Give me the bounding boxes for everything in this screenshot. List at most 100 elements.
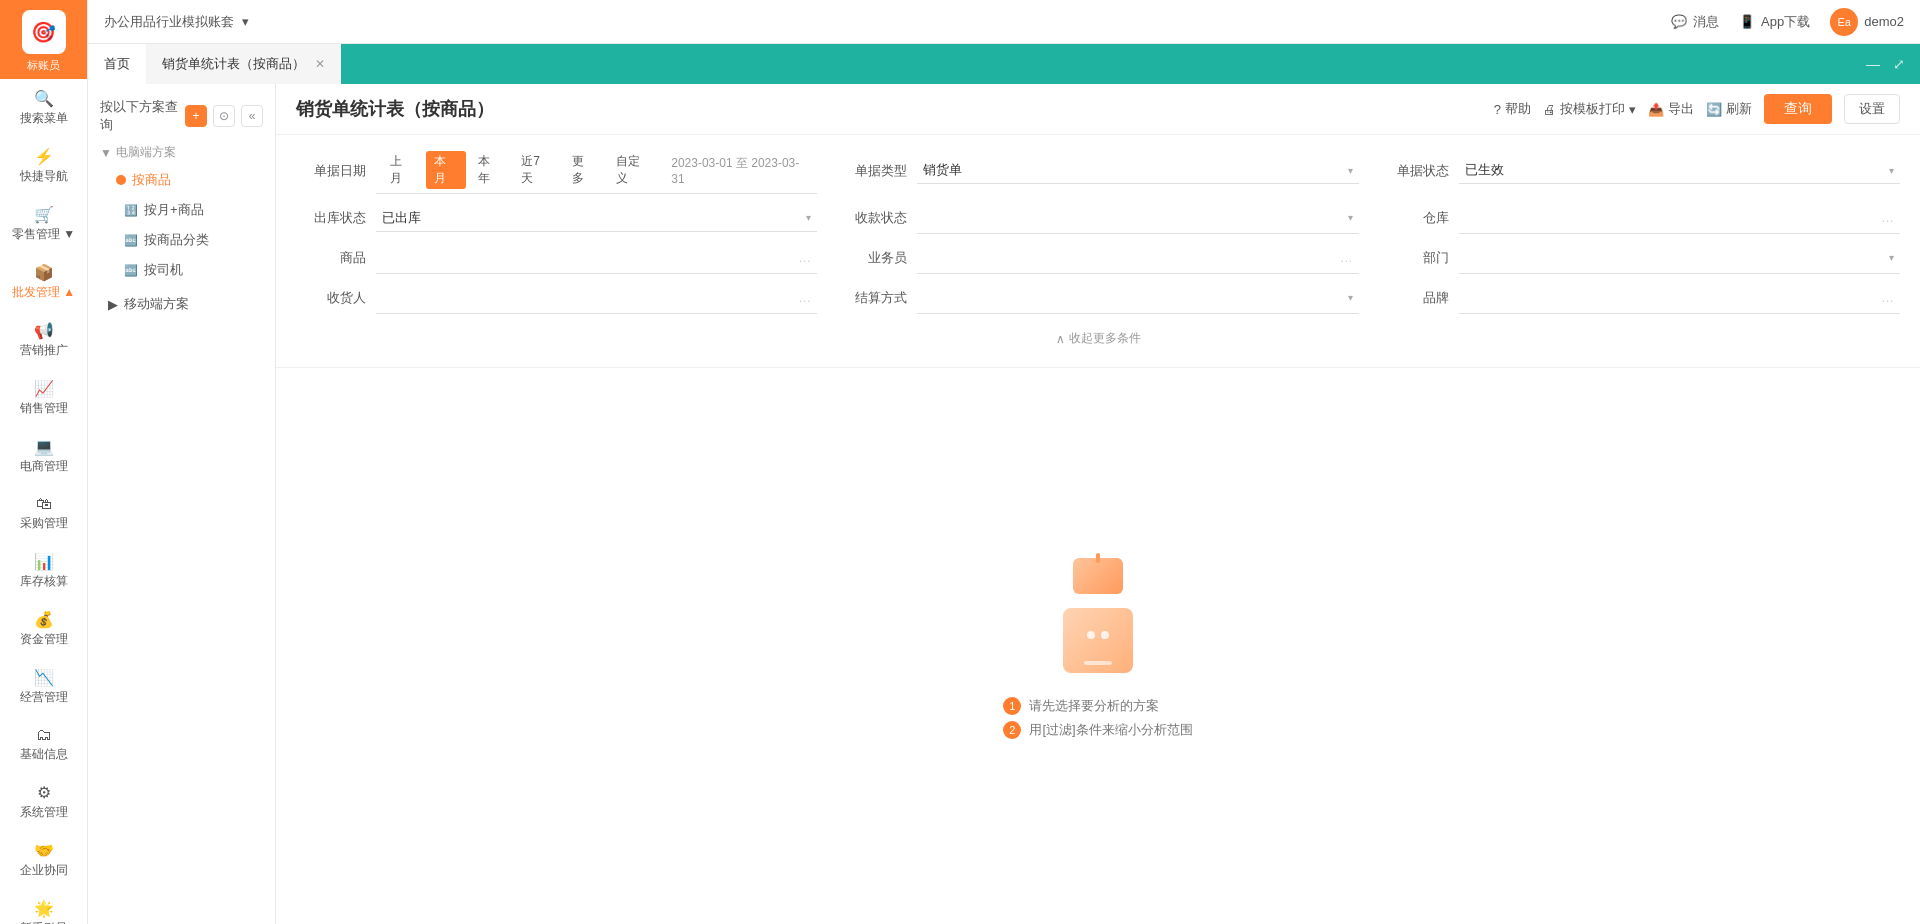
hint-1: 1 请先选择要分析的方案 — [1003, 697, 1192, 715]
date-filter: 上月 本月 本年 近7天 更多 自定义 2023-03-01 至 2023-03… — [376, 147, 817, 194]
out-status-label: 出库状态 — [296, 209, 376, 227]
tree-item-by-month-product[interactable]: 🔢 按月+商品 — [88, 195, 275, 225]
sidebar-item-shortcut[interactable]: ⚡ 快捷导航 — [0, 137, 87, 195]
receiver-filter[interactable]: … — [376, 282, 817, 314]
type-filter[interactable]: 销货单 ▾ — [917, 157, 1358, 184]
top-header: 办公用品行业模拟账套 ▾ 💬 消息 📱 App下载 Ea demo2 — [88, 0, 1920, 44]
sidebar-item-marketing[interactable]: 📢 营销推广 — [0, 311, 87, 369]
status-value: 已生效 — [1465, 161, 1504, 179]
sidebar-item-sales[interactable]: 📈 销售管理 — [0, 369, 87, 427]
breadcrumb-arrow[interactable]: ▾ — [242, 14, 249, 29]
tree-item-by-category[interactable]: 🔤 按商品分类 — [88, 225, 275, 255]
help-button[interactable]: ? 帮助 — [1494, 100, 1531, 118]
page-title: 销货单统计表（按商品） — [296, 97, 494, 121]
username: demo2 — [1864, 14, 1904, 29]
query-button[interactable]: 查询 — [1764, 94, 1832, 124]
content-area: 按以下方案查询 + ⊙ « ▼ 电脑端方案 按商品 🔢 按月+商品 — [88, 84, 1920, 924]
payment-filter[interactable]: ▾ — [917, 282, 1358, 314]
user-menu[interactable]: Ea demo2 — [1830, 8, 1904, 36]
settings-scheme-button[interactable]: ⊙ — [213, 105, 235, 127]
right-main: 销货单统计表（按商品） ? 帮助 🖨 按模板打印 ▾ 📤 导出 — [276, 84, 1920, 924]
purchase-icon: 🛍 — [4, 495, 83, 513]
sidebar-item-inventory[interactable]: 📊 库存核算 — [0, 542, 87, 600]
sidebar-item-wholesale[interactable]: 📦 批发管理 ▲ — [0, 253, 87, 311]
retail-icon: 🛒 — [4, 205, 83, 224]
left-panel-header: 按以下方案查询 + ⊙ « — [88, 92, 275, 140]
collect-filter[interactable]: ▾ — [917, 202, 1358, 234]
sidebar-item-ecommerce[interactable]: 💻 电商管理 — [0, 427, 87, 485]
tree-item-by-product[interactable]: 按商品 — [88, 165, 275, 195]
staff-label: 业务员 — [837, 249, 917, 267]
messages-button[interactable]: 💬 消息 — [1671, 13, 1719, 31]
tab-home[interactable]: 首页 — [88, 44, 146, 84]
dept-filter[interactable]: ▾ — [1459, 242, 1900, 274]
marketing-icon: 📢 — [4, 321, 83, 340]
tab-close-icon[interactable]: ✕ — [315, 57, 325, 71]
date-btn-this-year[interactable]: 本年 — [470, 151, 510, 189]
date-btn-this-month[interactable]: 本月 — [426, 151, 466, 189]
search-icon: 🔍 — [4, 89, 83, 108]
robot-head — [1073, 558, 1123, 594]
tree-icon-category: 🔤 — [124, 234, 138, 247]
empty-hints: 1 请先选择要分析的方案 2 用[过滤]条件来缩小分析范围 — [1003, 697, 1192, 739]
date-btn-7days[interactable]: 近7天 — [513, 151, 559, 189]
date-label: 单据日期 — [296, 162, 376, 180]
message-icon: 💬 — [1671, 14, 1687, 29]
warehouse-filter[interactable]: … — [1459, 202, 1900, 234]
product-label: 商品 — [296, 249, 376, 267]
collapse-bar[interactable]: ∧ 收起更多条件 — [296, 322, 1900, 355]
type-value: 销货单 — [923, 161, 962, 179]
date-btn-custom[interactable]: 自定义 — [608, 151, 660, 189]
robot-eye-left — [1087, 631, 1095, 639]
tree-label-by-product: 按商品 — [132, 171, 171, 189]
logo-text: 标账员 — [27, 58, 60, 73]
maximize-button[interactable]: ⤢ — [1890, 55, 1908, 73]
sidebar-item-operations[interactable]: 📉 经营管理 — [0, 658, 87, 716]
chevron-down-icon: ▼ — [100, 146, 112, 160]
receiver-more-icon: … — [798, 290, 811, 305]
date-range-value: 2023-03-01 至 2023-03-31 — [671, 155, 811, 186]
date-btn-last-month[interactable]: 上月 — [382, 151, 422, 189]
sidebar-item-system[interactable]: ⚙ 系统管理 — [0, 773, 87, 831]
hint-1-num: 1 — [1003, 697, 1021, 715]
product-filter[interactable]: … — [376, 242, 817, 274]
sidebar-item-basic[interactable]: 🗂 基础信息 — [0, 716, 87, 773]
refresh-button[interactable]: 🔄 刷新 — [1706, 100, 1752, 118]
status-filter[interactable]: 已生效 ▾ — [1459, 157, 1900, 184]
wholesale-icon: 📦 — [4, 263, 83, 282]
minimize-button[interactable]: — — [1864, 55, 1882, 73]
sidebar-item-search[interactable]: 🔍 搜索菜单 — [0, 79, 87, 137]
page-header: 销货单统计表（按商品） ? 帮助 🖨 按模板打印 ▾ 📤 导出 — [276, 84, 1920, 135]
type-label: 单据类型 — [837, 162, 917, 180]
brand-filter[interactable]: … — [1459, 282, 1900, 314]
dept-dropdown-icon: ▾ — [1889, 252, 1894, 263]
tree-item-mobile[interactable]: ▶ 移动端方案 — [88, 289, 275, 319]
add-scheme-button[interactable]: + — [185, 105, 207, 127]
tree-icon-cashier: 🔤 — [124, 264, 138, 277]
out-status-filter[interactable]: 已出库 ▾ — [376, 205, 817, 232]
tree-item-by-cashier[interactable]: 🔤 按司机 — [88, 255, 275, 285]
left-panel-icons: + ⊙ « — [185, 105, 263, 127]
staff-more-icon: … — [1340, 250, 1353, 265]
app-download-button[interactable]: 📱 App下载 — [1739, 13, 1810, 31]
tab-sales-stat[interactable]: 销货单统计表（按商品） ✕ — [146, 44, 341, 84]
date-btn-more[interactable]: 更多 — [564, 151, 604, 189]
main-wrapper: 办公用品行业模拟账套 ▾ 💬 消息 📱 App下载 Ea demo2 首页 — [88, 0, 1920, 924]
selected-dot-icon — [116, 175, 126, 185]
collapse-panel-button[interactable]: « — [241, 105, 263, 127]
sidebar-item-purchase[interactable]: 🛍 采购管理 — [0, 485, 87, 542]
sidebar-item-retail[interactable]: 🛒 零售管理 ▼ — [0, 195, 87, 253]
template-print-button[interactable]: 🖨 按模板打印 ▾ — [1543, 100, 1636, 118]
help-icon: ? — [1494, 102, 1501, 117]
refresh-icon: 🔄 — [1706, 102, 1722, 117]
sidebar-item-newbie[interactable]: 🌟 新手引导 — [0, 889, 87, 924]
avatar: Ea — [1830, 8, 1858, 36]
out-status-value: 已出库 — [382, 209, 421, 227]
export-button[interactable]: 📤 导出 — [1648, 100, 1694, 118]
sidebar-item-enterprise[interactable]: 🤝 企业协同 — [0, 831, 87, 889]
staff-filter[interactable]: … — [917, 242, 1358, 274]
sidebar-item-finance[interactable]: 💰 资金管理 — [0, 600, 87, 658]
settings-button[interactable]: 设置 — [1844, 94, 1900, 124]
tree-icon-month: 🔢 — [124, 204, 138, 217]
logo-icon: 🎯 — [22, 10, 66, 54]
